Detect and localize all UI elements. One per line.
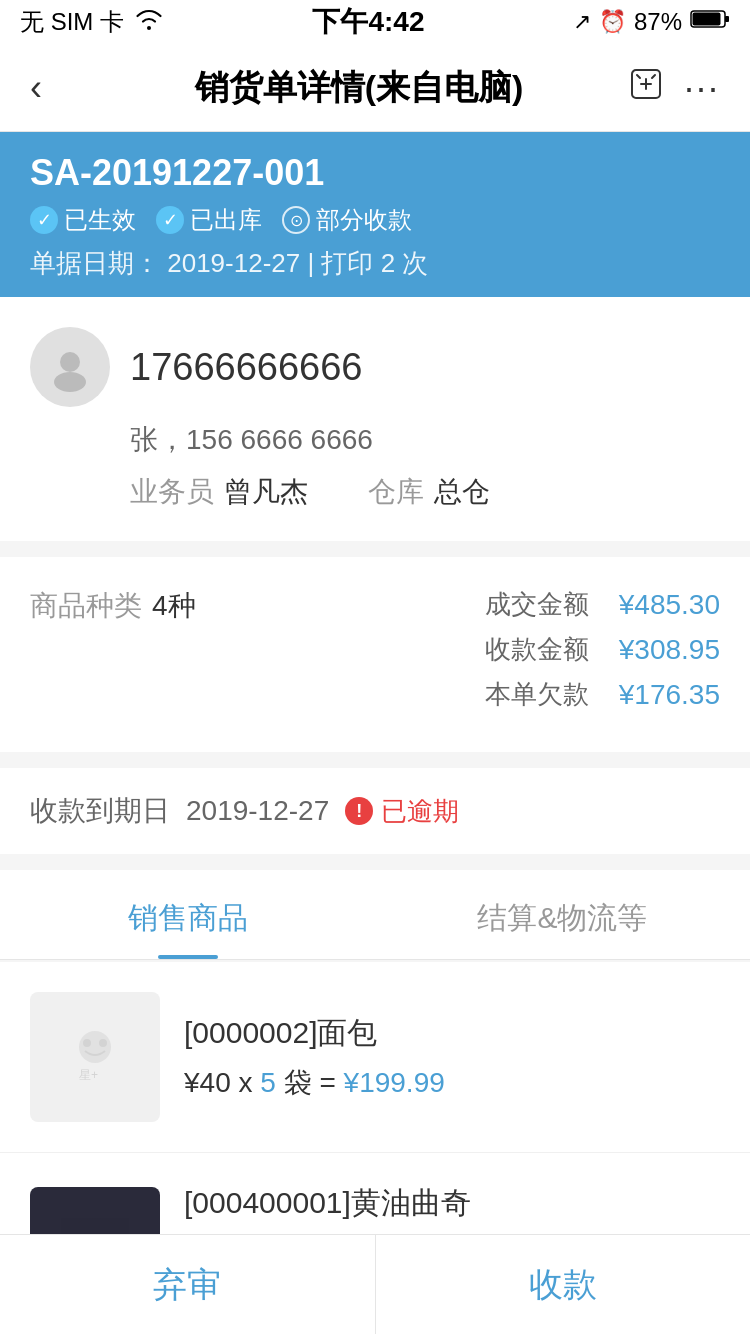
customer-phone: 17666666666	[130, 346, 362, 389]
order-badges: ✓ 已生效 ✓ 已出库 ⊙ 部分收款	[30, 204, 720, 236]
svg-point-8	[99, 1039, 107, 1047]
check-icon-1: ✓	[30, 206, 58, 234]
order-id: SA-20191227-001	[30, 152, 720, 194]
svg-point-7	[83, 1039, 91, 1047]
svg-point-4	[60, 352, 80, 372]
product-image-1: 星+	[30, 992, 160, 1122]
overdue-text: 已逾期	[381, 794, 459, 829]
cancel-button[interactable]: 弃审	[0, 1235, 376, 1334]
order-date: 单据日期： 2019-12-27 | 打印 2 次	[30, 246, 720, 281]
avatar	[30, 327, 110, 407]
due-date: 2019-12-27	[186, 795, 329, 827]
alarm-icon: ⏰	[599, 9, 626, 35]
more-icon[interactable]: ···	[684, 67, 720, 109]
product-item: 星+ [0000002]面包 ¥40 x 5 袋 = ¥199.99	[0, 962, 750, 1153]
warehouse-label: 仓库	[368, 473, 424, 511]
bottom-bar: 弃审 收款	[0, 1234, 750, 1334]
warehouse-value: 总仓	[434, 473, 490, 511]
category-count: 4种	[152, 587, 196, 625]
status-bar: 无 SIM 卡 下午4:42 ↗ ⏰ 87%	[0, 0, 750, 44]
status-bar-time: 下午4:42	[312, 3, 424, 41]
tab-products[interactable]: 销售商品	[0, 870, 375, 959]
due-label: 收款到期日	[30, 792, 170, 830]
receipt-label: 收款金额	[485, 632, 589, 667]
transaction-row: 成交金额 ¥485.30	[485, 587, 720, 622]
overdue-icon: !	[345, 797, 373, 825]
page-title: 销货单详情(来自电脑)	[195, 65, 524, 111]
tabs-section: 销售商品 结算&物流等	[0, 870, 750, 960]
carrier-label: 无 SIM 卡	[20, 6, 124, 38]
customer-section: 17666666666 张，156 6666 6666 业务员 曾凡杰 仓库 总…	[0, 297, 750, 541]
debt-amount: ¥176.35	[619, 679, 720, 711]
badge-active: ✓ 已生效	[30, 204, 136, 236]
clock-icon: ⊙	[282, 206, 310, 234]
battery-icon	[690, 8, 730, 36]
category-label: 商品种类	[30, 587, 142, 625]
salesperson-label: 业务员	[130, 473, 214, 511]
svg-text:星+: 星+	[79, 1068, 98, 1082]
salesperson-item: 业务员 曾凡杰	[130, 473, 308, 511]
location-icon: ↗	[573, 9, 591, 35]
svg-rect-1	[725, 16, 729, 22]
price-value-1: ¥40	[184, 1067, 231, 1098]
product-info-1: [0000002]面包 ¥40 x 5 袋 = ¥199.99	[184, 1013, 720, 1102]
order-header: SA-20191227-001 ✓ 已生效 ✓ 已出库 ⊙ 部分收款 单据日期：…	[0, 132, 750, 297]
receipt-amount: ¥308.95	[619, 634, 720, 666]
warehouse-item: 仓库 总仓	[368, 473, 490, 511]
summary-left: 商品种类 4种	[30, 587, 196, 625]
debt-label: 本单欠款	[485, 677, 589, 712]
unit-1: 袋	[284, 1067, 312, 1098]
svg-rect-2	[692, 13, 720, 26]
back-button[interactable]: ‹	[30, 67, 90, 109]
share-icon[interactable]	[628, 66, 664, 109]
receipt-row: 收款金额 ¥308.95	[485, 632, 720, 667]
product-name-2: [000400001]黄油曲奇	[184, 1183, 720, 1224]
salesperson-value: 曾凡杰	[224, 473, 308, 511]
product-price-1: ¥40 x 5 袋 = ¥199.99	[184, 1064, 720, 1102]
confirm-button[interactable]: 收款	[376, 1235, 751, 1334]
overdue-badge: ! 已逾期	[345, 794, 459, 829]
customer-row: 17666666666	[30, 327, 720, 407]
status-bar-right: ↗ ⏰ 87%	[573, 8, 730, 36]
customer-meta: 业务员 曾凡杰 仓库 总仓	[130, 473, 720, 511]
summary-right: 成交金额 ¥485.30 收款金额 ¥308.95 本单欠款 ¥176.35	[485, 587, 720, 722]
due-section: 收款到期日 2019-12-27 ! 已逾期	[0, 768, 750, 854]
summary-section: 商品种类 4种 成交金额 ¥485.30 收款金额 ¥308.95 本单欠款 ¥…	[0, 557, 750, 752]
tab-settlement[interactable]: 结算&物流等	[375, 870, 750, 959]
debt-row: 本单欠款 ¥176.35	[485, 677, 720, 712]
svg-point-6	[79, 1031, 111, 1063]
total-value-1: ¥199.99	[344, 1067, 445, 1098]
badge-partial: ⊙ 部分收款	[282, 204, 412, 236]
svg-point-5	[54, 372, 86, 392]
check-icon-2: ✓	[156, 206, 184, 234]
transaction-amount: ¥485.30	[619, 589, 720, 621]
qty-value-1: 5	[260, 1067, 276, 1098]
nav-actions: ···	[628, 66, 720, 109]
battery-label: 87%	[634, 8, 682, 36]
customer-name: 张，156 6666 6666	[130, 421, 720, 459]
badge-shipped: ✓ 已出库	[156, 204, 262, 236]
category-row: 商品种类 4种	[30, 587, 196, 625]
nav-bar: ‹ 销货单详情(来自电脑) ···	[0, 44, 750, 132]
status-bar-left: 无 SIM 卡	[20, 6, 164, 38]
wifi-icon	[134, 8, 164, 36]
transaction-label: 成交金额	[485, 587, 589, 622]
product-name-1: [0000002]面包	[184, 1013, 720, 1054]
